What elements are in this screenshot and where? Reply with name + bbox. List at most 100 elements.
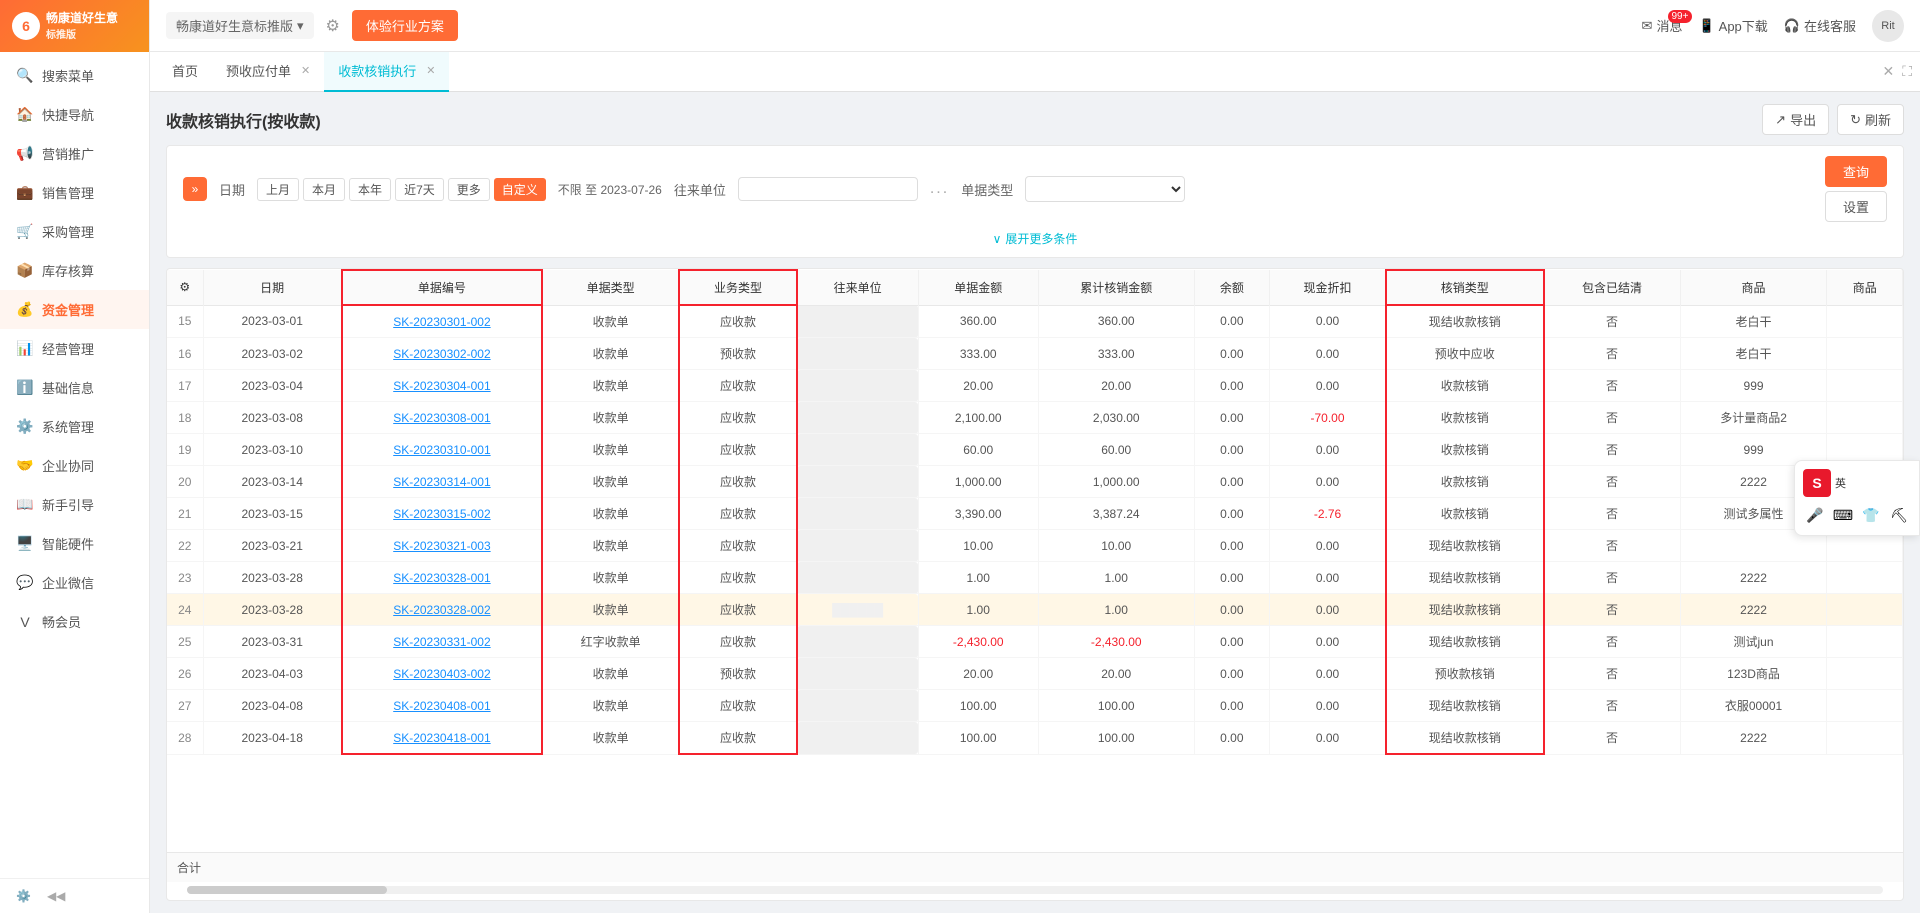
table-row: 222023-03-21SK-20230321-003收款单应收款██████1… xyxy=(167,530,1903,562)
sidebar-item-corp[interactable]: 🤝 企业协同 xyxy=(0,446,149,485)
sidebar-item-marketing[interactable]: 📢 营销推广 xyxy=(0,134,149,173)
cell-bill-no[interactable]: SK-20230328-001 xyxy=(342,562,542,594)
keyboard-icon[interactable]: ⌨ xyxy=(1831,503,1855,527)
header-right: ✉ 消息 99+ 📱 App下载 🎧 在线客服 Rit xyxy=(1642,10,1904,42)
partner-input[interactable] xyxy=(738,177,918,201)
th-settings[interactable]: ⚙ xyxy=(167,270,203,305)
cell-bill-no[interactable]: SK-20230301-002 xyxy=(342,305,542,338)
th-include-settled[interactable]: 包含已结清 xyxy=(1544,270,1681,305)
th-bill-no[interactable]: 单据编号 xyxy=(342,270,542,305)
date-more[interactable]: 更多 xyxy=(448,178,490,201)
collapse-icon[interactable]: ◀◀ xyxy=(47,889,65,903)
operations-icon: 📊 xyxy=(16,340,34,357)
sidebar-item-system[interactable]: ⚙️ 系统管理 xyxy=(0,407,149,446)
cell-bill-no[interactable]: SK-20230314-001 xyxy=(342,466,542,498)
cell-balance: 0.00 xyxy=(1194,594,1269,626)
date-custom[interactable]: 自定义 xyxy=(494,178,546,201)
cell-bill-no[interactable]: SK-20230310-001 xyxy=(342,434,542,466)
cell-biz-type: 应收款 xyxy=(679,305,796,338)
company-selector[interactable]: 畅康道好生意标推版 ▾ xyxy=(166,12,314,39)
cell-bill-no[interactable]: SK-20230321-003 xyxy=(342,530,542,562)
cell-bill-no[interactable]: SK-20230418-001 xyxy=(342,722,542,755)
sidebar-item-label: 搜索菜单 xyxy=(42,66,94,85)
sidebar-item-quick-nav[interactable]: 🏠 快捷导航 xyxy=(0,95,149,134)
settings-icon[interactable]: ⚙️ xyxy=(16,889,31,903)
cell-bill-no[interactable]: SK-20230308-001 xyxy=(342,402,542,434)
th-partner[interactable]: 往来单位 xyxy=(797,270,918,305)
sidebar-item-wechat[interactable]: 💬 企业微信 xyxy=(0,563,149,602)
gear-icon[interactable]: ⚙ xyxy=(326,16,340,36)
th-bill-type[interactable]: 单据类型 xyxy=(542,270,679,305)
th-goods2[interactable]: 商品 xyxy=(1827,270,1903,305)
cell-bill-no[interactable]: SK-20230408-001 xyxy=(342,690,542,722)
solution-btn[interactable]: 体验行业方案 xyxy=(352,10,458,41)
export-btn[interactable]: ↗ 导出 xyxy=(1762,104,1829,135)
table-wrap[interactable]: ⚙ 日期 单据编号 单据类型 业务类型 往来单位 单据金额 累计核销金额 余额 … xyxy=(167,269,1903,852)
cell-bill-no[interactable]: SK-20230302-002 xyxy=(342,338,542,370)
filter-expand-btn[interactable]: ∨ 展开更多条件 xyxy=(993,230,1078,247)
date-7days[interactable]: 近7天 xyxy=(395,178,444,201)
tab-collection[interactable]: 收款核销执行 ✕ xyxy=(324,52,449,92)
sidebar-logo: 6 畅康道好生意 标推版 xyxy=(0,0,149,52)
cell-bill-no[interactable]: SK-20230328-002 xyxy=(342,594,542,626)
close-icon[interactable]: ✕ xyxy=(1882,63,1894,80)
table-row: 262023-04-03SK-20230403-002收款单预收款██████2… xyxy=(167,658,1903,690)
sidebar-item-operations[interactable]: 📊 经营管理 xyxy=(0,329,149,368)
sidebar-item-inventory[interactable]: 📦 库存核算 xyxy=(0,251,149,290)
sidebar-bottom: ⚙️ ◀◀ xyxy=(0,878,149,913)
microphone-icon[interactable]: 🎤 xyxy=(1803,503,1827,527)
shirt-icon[interactable]: 👕 xyxy=(1859,503,1883,527)
th-cumulative[interactable]: 累计核销金额 xyxy=(1038,270,1194,305)
cell-goods2 xyxy=(1827,594,1903,626)
cell-partner: ██████ xyxy=(797,370,918,402)
date-last-month[interactable]: 上月 xyxy=(257,178,299,201)
refresh-btn[interactable]: ↻ 刷新 xyxy=(1837,104,1904,135)
th-balance[interactable]: 余额 xyxy=(1194,270,1269,305)
basic-icon: ℹ️ xyxy=(16,379,34,396)
sidebar-item-hardware[interactable]: 🖥️ 智能硬件 xyxy=(0,524,149,563)
scrollbar-thumb[interactable] xyxy=(187,886,387,894)
th-biz-type[interactable]: 业务类型 xyxy=(679,270,796,305)
grid-icon[interactable]: ⛏ xyxy=(1887,503,1911,527)
cell-cash-discount: 0.00 xyxy=(1270,338,1386,370)
bill-type-select[interactable] xyxy=(1025,176,1185,202)
cell-include-settled: 否 xyxy=(1544,466,1681,498)
online-service-btn[interactable]: 🎧 在线客服 xyxy=(1784,16,1856,35)
sidebar-item-sales[interactable]: 💼 销售管理 xyxy=(0,173,149,212)
sidebar-item-finance[interactable]: 💰 资金管理 xyxy=(0,290,149,329)
tab-home[interactable]: 首页 xyxy=(158,52,212,92)
filter-settings-btn[interactable]: 设置 xyxy=(1825,191,1887,222)
cell-balance: 0.00 xyxy=(1194,498,1269,530)
cell-bill-no[interactable]: SK-20230315-002 xyxy=(342,498,542,530)
th-goods[interactable]: 商品 xyxy=(1680,270,1827,305)
cell-bill-no[interactable]: SK-20230403-002 xyxy=(342,658,542,690)
tab-pending-close[interactable]: ✕ xyxy=(301,64,310,77)
sidebar-item-member[interactable]: V 畅会员 xyxy=(0,602,149,641)
app-download-btn[interactable]: 📱 App下载 xyxy=(1698,16,1767,35)
cell-balance: 0.00 xyxy=(1194,658,1269,690)
filter-collapse-btn[interactable]: » xyxy=(183,177,207,201)
sidebar-item-basic[interactable]: ℹ️ 基础信息 xyxy=(0,368,149,407)
cell-num: 15 xyxy=(167,305,203,338)
sidebar-item-search[interactable]: 🔍 搜索菜单 xyxy=(0,56,149,95)
th-date[interactable]: 日期 xyxy=(203,270,342,305)
cell-bill-no[interactable]: SK-20230304-001 xyxy=(342,370,542,402)
tab-pending[interactable]: 预收应付单 ✕ xyxy=(212,52,324,92)
date-this-year[interactable]: 本年 xyxy=(349,178,391,201)
cell-bill-no[interactable]: SK-20230331-002 xyxy=(342,626,542,658)
th-amount[interactable]: 单据金额 xyxy=(918,270,1038,305)
expand-icon[interactable]: ⛶ xyxy=(1902,63,1912,80)
sidebar-item-purchase[interactable]: 🛒 采购管理 xyxy=(0,212,149,251)
messages-btn[interactable]: ✉ 消息 99+ xyxy=(1642,16,1683,35)
query-btn[interactable]: 查询 xyxy=(1825,156,1887,187)
tab-collection-close[interactable]: ✕ xyxy=(426,64,435,77)
horizontal-scrollbar[interactable] xyxy=(187,886,1883,894)
cell-partner: ██████ xyxy=(797,594,918,626)
user-avatar[interactable]: Rit xyxy=(1872,10,1904,42)
s-logo[interactable]: S xyxy=(1803,469,1831,497)
cell-include-settled: 否 xyxy=(1544,594,1681,626)
date-this-month[interactable]: 本月 xyxy=(303,178,345,201)
th-cancel-type[interactable]: 核销类型 xyxy=(1386,270,1544,305)
th-cash-discount[interactable]: 现金折扣 xyxy=(1270,270,1386,305)
sidebar-item-guide[interactable]: 📖 新手引导 xyxy=(0,485,149,524)
